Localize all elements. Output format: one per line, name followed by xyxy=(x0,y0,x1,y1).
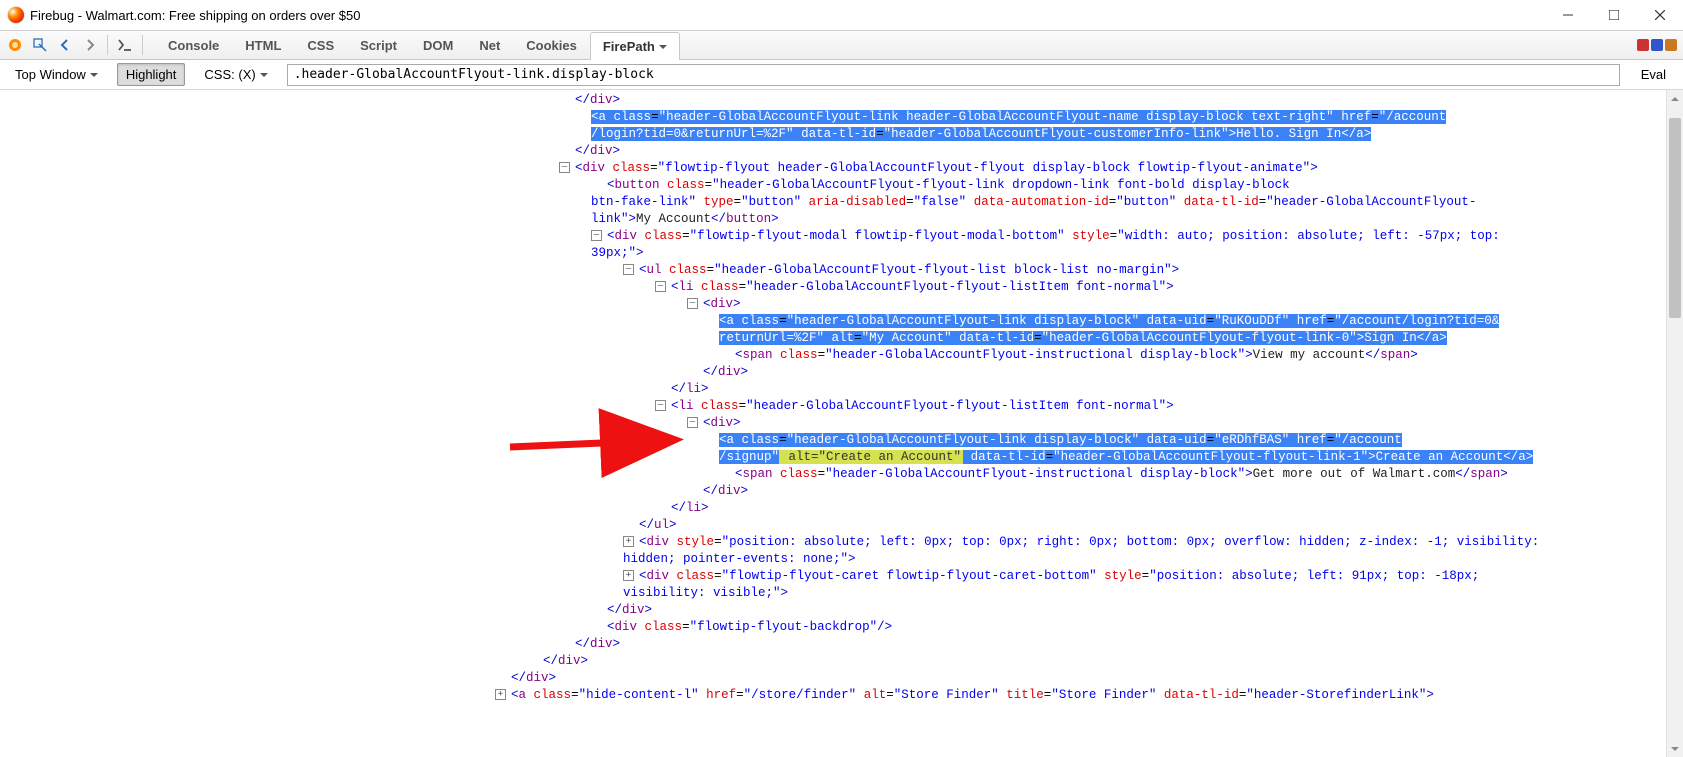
inspect-icon[interactable] xyxy=(29,34,51,56)
scroll-thumb[interactable] xyxy=(1669,118,1681,318)
tab-html[interactable]: HTML xyxy=(232,31,294,59)
tab-net[interactable]: Net xyxy=(466,31,513,59)
expression-type-selector[interactable]: CSS: (X) xyxy=(195,63,276,86)
command-line-icon[interactable] xyxy=(114,34,136,56)
firepath-toolbar: Top Window Highlight CSS: (X) Eval xyxy=(0,60,1683,90)
alt-highlight: alt="Create an Account" xyxy=(779,450,963,464)
tab-dom[interactable]: DOM xyxy=(410,31,466,59)
panel-tabs: Console HTML CSS Script DOM Net Cookies … xyxy=(155,31,680,59)
context-selector[interactable]: Top Window xyxy=(6,63,107,86)
collapse-toggle[interactable]: – xyxy=(655,281,666,292)
tab-css[interactable]: CSS xyxy=(294,31,347,59)
tab-firepath[interactable]: FirePath xyxy=(590,32,680,60)
expand-toggle[interactable]: + xyxy=(623,536,634,547)
match-highlight[interactable]: <a class="header-GlobalAccountFlyout-lin… xyxy=(591,110,1446,141)
scroll-down-button[interactable] xyxy=(1667,740,1683,757)
selector-input[interactable] xyxy=(287,64,1620,86)
collapse-toggle[interactable]: – xyxy=(559,162,570,173)
chevron-down-icon xyxy=(260,73,268,81)
chevron-down-icon xyxy=(90,73,98,81)
window-controls-small xyxy=(1637,39,1677,51)
close-button[interactable] xyxy=(1637,0,1683,30)
minimize-button[interactable] xyxy=(1545,0,1591,30)
tab-console[interactable]: Console xyxy=(155,31,232,59)
firefox-icon xyxy=(8,7,24,23)
collapse-toggle[interactable]: – xyxy=(687,298,698,309)
main-toolbar: Console HTML CSS Script DOM Net Cookies … xyxy=(0,30,1683,60)
maximize-button[interactable] xyxy=(1591,0,1637,30)
tab-cookies[interactable]: Cookies xyxy=(513,31,590,59)
expand-toggle[interactable]: + xyxy=(623,570,634,581)
separator xyxy=(107,35,108,55)
scroll-up-button[interactable] xyxy=(1667,90,1683,107)
collapse-toggle[interactable]: – xyxy=(655,400,666,411)
firebug-icon[interactable] xyxy=(4,34,26,56)
collapse-toggle[interactable]: – xyxy=(623,264,634,275)
vertical-scrollbar[interactable] xyxy=(1666,90,1683,757)
close-dot[interactable] xyxy=(1665,39,1677,51)
window-titlebar: Firebug - Walmart.com: Free shipping on … xyxy=(0,0,1683,30)
window-title: Firebug - Walmart.com: Free shipping on … xyxy=(30,8,1545,23)
chevron-down-icon xyxy=(659,45,667,53)
nav-forward-button[interactable] xyxy=(79,34,101,56)
minimize-dot[interactable] xyxy=(1637,39,1649,51)
collapse-toggle[interactable]: – xyxy=(591,230,602,241)
match-highlight[interactable]: <a class="header-GlobalAccountFlyout-lin… xyxy=(719,433,1533,464)
expand-toggle[interactable]: + xyxy=(495,689,506,700)
tab-firepath-label: FirePath xyxy=(603,39,655,54)
match-highlight[interactable]: <a class="header-GlobalAccountFlyout-lin… xyxy=(719,314,1499,345)
collapse-toggle[interactable]: – xyxy=(687,417,698,428)
highlight-toggle[interactable]: Highlight xyxy=(117,63,186,86)
eval-button[interactable]: Eval xyxy=(1630,63,1677,86)
separator xyxy=(142,35,143,55)
nav-back-button[interactable] xyxy=(54,34,76,56)
popout-dot[interactable] xyxy=(1651,39,1663,51)
html-tree-panel[interactable]: </div> <a class="header-GlobalAccountFly… xyxy=(0,90,1683,757)
tab-script[interactable]: Script xyxy=(347,31,410,59)
